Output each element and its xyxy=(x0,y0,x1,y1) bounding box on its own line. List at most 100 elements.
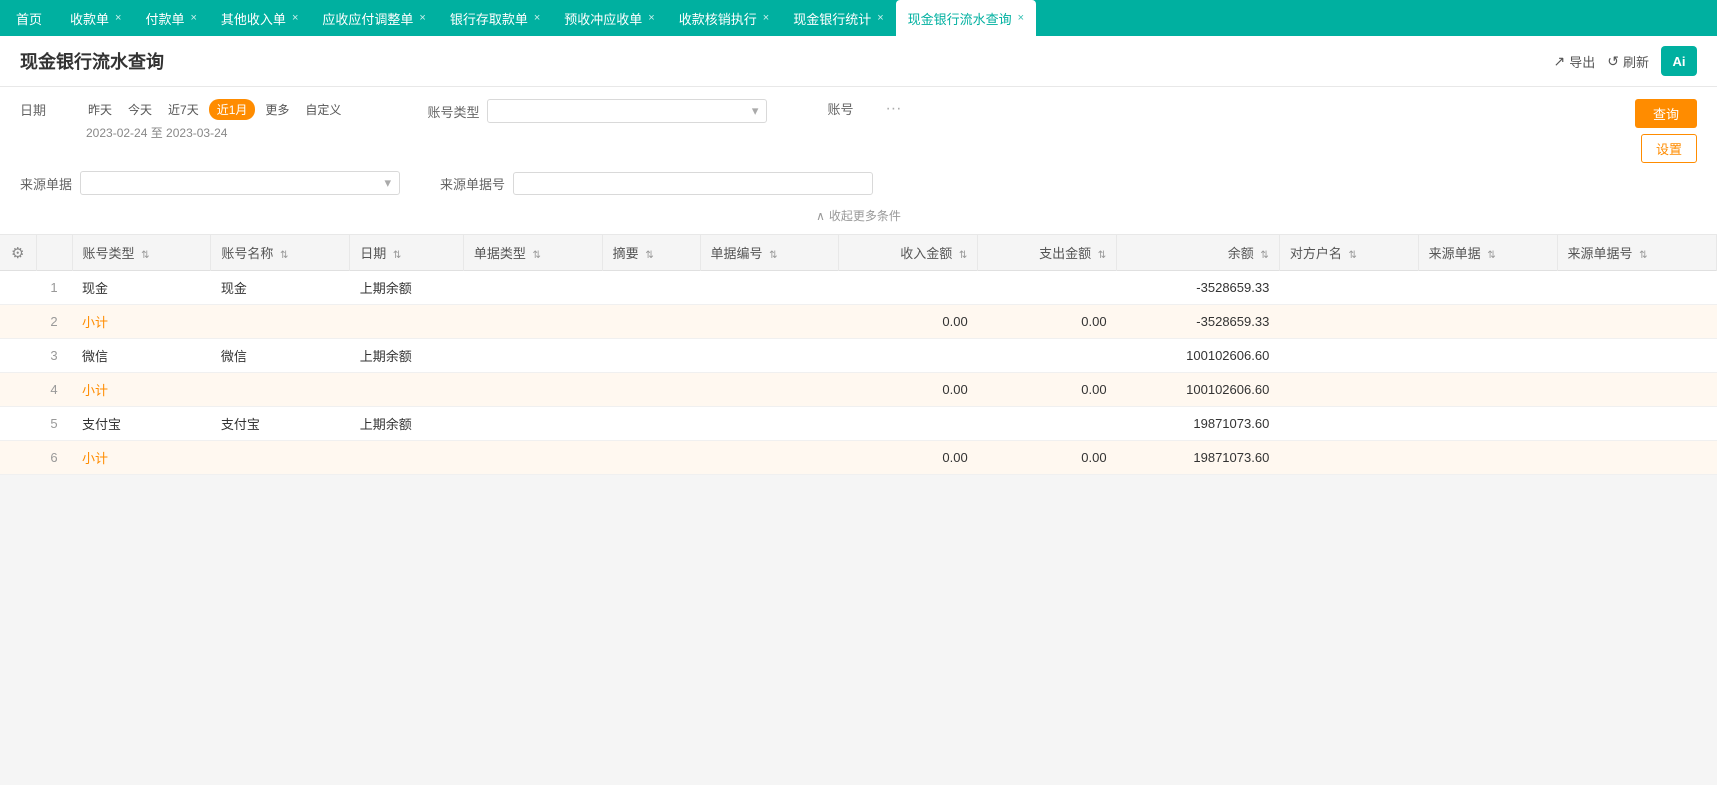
close-tab-5[interactable]: × xyxy=(648,12,654,24)
table-row: 5 支付宝 支付宝 上期余额 19871073.60 xyxy=(0,407,1717,441)
date-label: 日期 xyxy=(20,100,70,119)
row-doc-type-1 xyxy=(463,305,602,339)
col-account-type[interactable]: 账号类型 ⇅ xyxy=(72,235,211,271)
account-more-icon[interactable]: ··· xyxy=(885,100,901,118)
source-doc-no-input[interactable] xyxy=(513,172,873,195)
row-income-0 xyxy=(839,271,978,305)
row-doc-no-5 xyxy=(700,441,839,475)
col-summary[interactable]: 摘要 ⇅ xyxy=(602,235,700,271)
nav-tab-receipt-verification[interactable]: 收款核销执行 × xyxy=(667,0,781,36)
nav-tab-cash-bank-flow[interactable]: 现金银行流水查询 × xyxy=(896,0,1036,36)
row-expense-4 xyxy=(978,407,1117,441)
close-tab-8[interactable]: × xyxy=(1018,12,1024,24)
row-date-2: 上期余额 xyxy=(350,339,464,373)
table-row: 1 现金 现金 上期余额 -3528659.33 xyxy=(0,271,1717,305)
table-header-row: ⚙ 账号类型 ⇅ 账号名称 ⇅ 日期 ⇅ 单据类型 ⇅ xyxy=(0,235,1717,271)
row-num-2: 3 xyxy=(36,339,72,373)
nav-tab-receipts[interactable]: 收款单 × xyxy=(58,0,133,36)
col-doc-type[interactable]: 单据类型 ⇅ xyxy=(463,235,602,271)
row-account-name-4: 支付宝 xyxy=(211,407,350,441)
row-income-3: 0.00 xyxy=(839,373,978,407)
row-balance-2: 100102606.60 xyxy=(1117,339,1280,373)
row-summary-2 xyxy=(602,339,700,373)
row-expense-0 xyxy=(978,271,1117,305)
row-doc-type-3 xyxy=(463,373,602,407)
row-source-doc-no-1 xyxy=(1557,305,1716,339)
nav-home[interactable]: 首页 xyxy=(0,0,58,36)
date-opt-1month[interactable]: 近1月 xyxy=(209,99,256,120)
row-gear-0 xyxy=(0,271,36,305)
collapse-bar[interactable]: ∧ 收起更多条件 xyxy=(20,203,1697,226)
col-doc-no[interactable]: 单据编号 ⇅ xyxy=(700,235,839,271)
nav-tab-advance-receipts[interactable]: 预收冲应收单 × xyxy=(552,0,666,36)
date-opt-custom[interactable]: 自定义 xyxy=(299,99,347,120)
date-range: 2023-02-24 至 2023-03-24 xyxy=(86,126,227,140)
col-account-name[interactable]: 账号名称 ⇅ xyxy=(211,235,350,271)
sort-source-doc-no: ⇅ xyxy=(1639,250,1647,261)
filter-area: 日期 昨天 今天 近7天 近1月 更多 自定义 2023-02-24 至 202… xyxy=(0,87,1717,235)
refresh-button[interactable]: ↺ 刷新 xyxy=(1607,52,1649,71)
row-account-type-0: 现金 xyxy=(72,271,211,305)
col-counterparty[interactable]: 对方户名 ⇅ xyxy=(1279,235,1418,271)
row-date-1 xyxy=(350,305,464,339)
row-balance-0: -3528659.33 xyxy=(1117,271,1280,305)
date-opt-yesterday[interactable]: 昨天 xyxy=(82,99,118,120)
nav-tab-other-income[interactable]: 其他收入单 × xyxy=(209,0,310,36)
sort-summary: ⇅ xyxy=(645,250,653,261)
row-source-doc-no-0 xyxy=(1557,271,1716,305)
export-icon: ↗ xyxy=(1554,53,1566,70)
row-expense-3: 0.00 xyxy=(978,373,1117,407)
col-balance[interactable]: 余额 ⇅ xyxy=(1117,235,1280,271)
col-source-doc[interactable]: 来源单据 ⇅ xyxy=(1418,235,1557,271)
data-table-wrap: ⚙ 账号类型 ⇅ 账号名称 ⇅ 日期 ⇅ 单据类型 ⇅ xyxy=(0,235,1717,475)
col-num xyxy=(36,235,72,271)
col-expense[interactable]: 支出金额 ⇅ xyxy=(978,235,1117,271)
close-tab-4[interactable]: × xyxy=(534,12,540,24)
row-source-doc-no-3 xyxy=(1557,373,1716,407)
row-doc-no-3 xyxy=(700,373,839,407)
row-gear-1 xyxy=(0,305,36,339)
close-tab-0[interactable]: × xyxy=(115,12,121,24)
close-tab-7[interactable]: × xyxy=(877,12,883,24)
date-opt-more[interactable]: 更多 xyxy=(259,99,295,120)
row-balance-1: -3528659.33 xyxy=(1117,305,1280,339)
refresh-icon: ↺ xyxy=(1607,53,1619,70)
col-source-doc-no[interactable]: 来源单据号 ⇅ xyxy=(1557,235,1716,271)
nav-tab-adjustments[interactable]: 应收应付调整单 × xyxy=(310,0,437,36)
row-counterparty-5 xyxy=(1279,441,1418,475)
ai-button[interactable]: Ai xyxy=(1661,46,1697,76)
date-options: 昨天 今天 近7天 近1月 更多 自定义 xyxy=(82,99,347,120)
date-opt-7days[interactable]: 近7天 xyxy=(162,99,205,120)
nav-tab-cash-bank-stats[interactable]: 现金银行统计 × xyxy=(781,0,895,36)
sort-account-name: ⇅ xyxy=(280,250,288,261)
row-account-name-2: 微信 xyxy=(211,339,350,373)
account-type-select[interactable]: ▾ xyxy=(487,99,767,123)
row-counterparty-4 xyxy=(1279,407,1418,441)
col-income[interactable]: 收入金额 ⇅ xyxy=(839,235,978,271)
sort-doc-type: ⇅ xyxy=(532,250,540,261)
row-account-type-3: 小计 xyxy=(72,373,211,407)
row-doc-type-0 xyxy=(463,271,602,305)
source-doc-select[interactable]: ▾ xyxy=(80,171,400,195)
date-opt-today[interactable]: 今天 xyxy=(122,99,158,120)
row-account-name-0: 现金 xyxy=(211,271,350,305)
close-tab-6[interactable]: × xyxy=(763,12,769,24)
close-tab-2[interactable]: × xyxy=(292,12,298,24)
export-button[interactable]: ↗ 导出 xyxy=(1554,52,1596,71)
row-doc-no-4 xyxy=(700,407,839,441)
nav-tab-payments[interactable]: 付款单 × xyxy=(133,0,208,36)
col-date[interactable]: 日期 ⇅ xyxy=(350,235,464,271)
close-tab-3[interactable]: × xyxy=(419,12,425,24)
settings-button[interactable]: 设置 xyxy=(1641,134,1697,163)
row-balance-5: 19871073.60 xyxy=(1117,441,1280,475)
row-balance-3: 100102606.60 xyxy=(1117,373,1280,407)
row-income-1: 0.00 xyxy=(839,305,978,339)
row-date-5 xyxy=(350,441,464,475)
query-button[interactable]: 查询 xyxy=(1635,99,1697,128)
close-tab-1[interactable]: × xyxy=(190,12,196,24)
nav-tab-bank-deposits[interactable]: 银行存取款单 × xyxy=(438,0,552,36)
row-num-5: 6 xyxy=(36,441,72,475)
col-settings[interactable]: ⚙ xyxy=(0,235,36,271)
row-source-doc-no-4 xyxy=(1557,407,1716,441)
row-income-2 xyxy=(839,339,978,373)
